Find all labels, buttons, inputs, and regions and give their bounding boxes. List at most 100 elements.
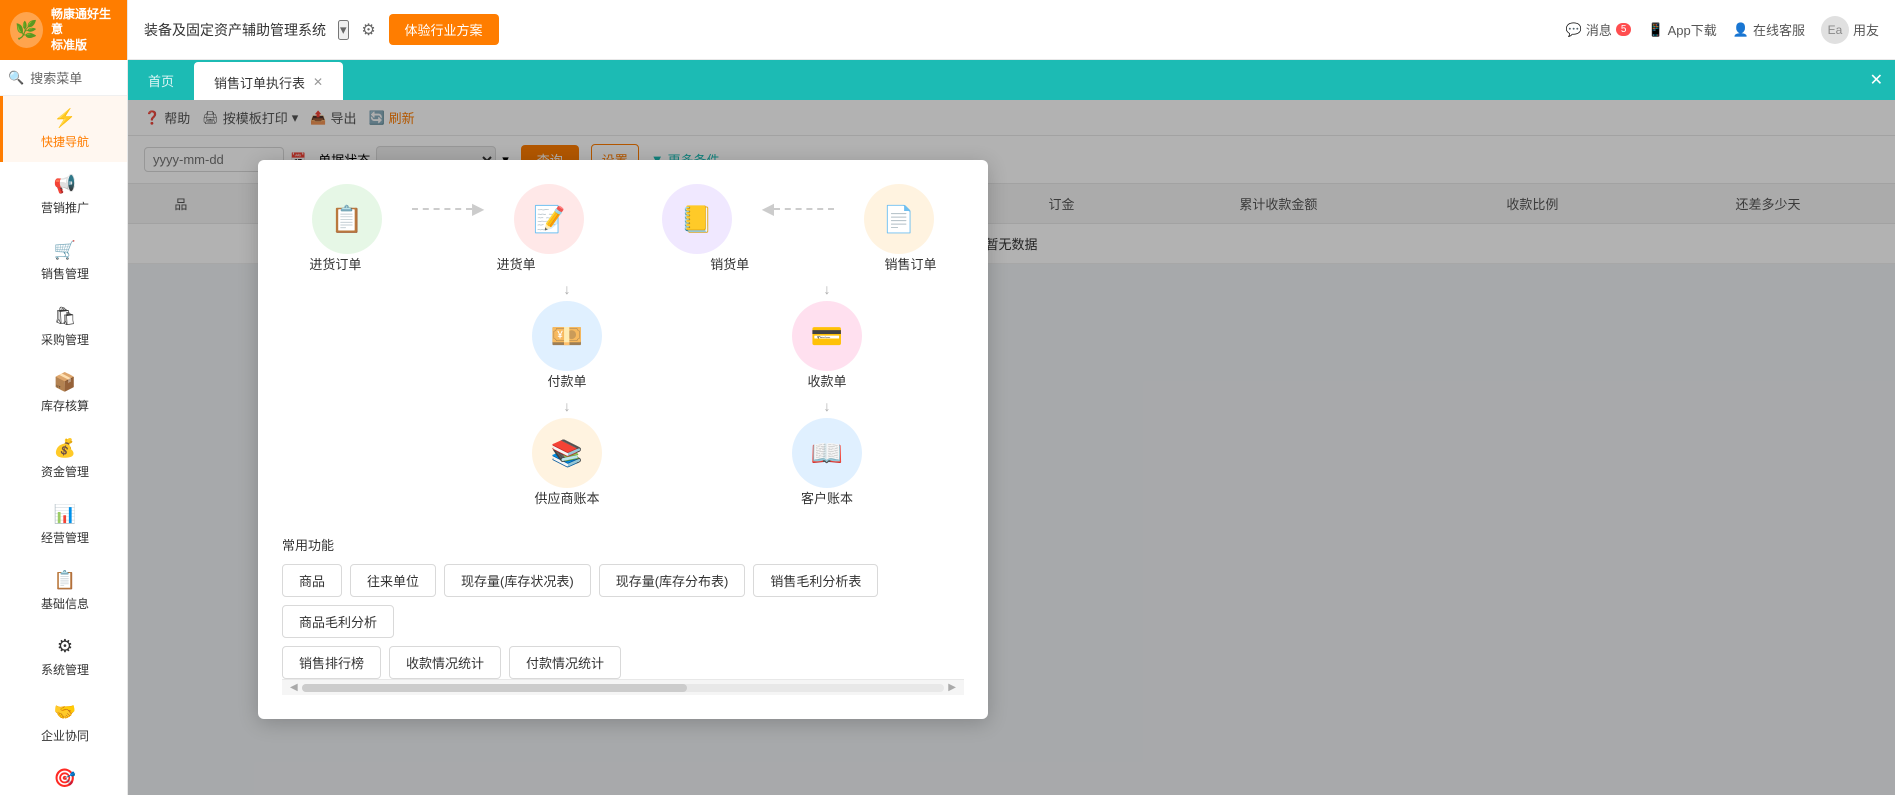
- flow-node-customer-ledger: 📖: [762, 418, 892, 488]
- content-area: ❓ 帮助 🖨 按模板打印 ▾ 📤 导出 🔄 刷新: [128, 100, 1895, 795]
- app-download-group[interactable]: 📱 App下载: [1647, 20, 1716, 39]
- sidebar-item-enterprise[interactable]: 🤝 企业协同: [0, 690, 127, 756]
- system-icon: ⚙: [57, 636, 73, 657]
- func-btn-product-margin[interactable]: 商品毛利分析: [282, 605, 394, 638]
- label-purchase-bill: 进货单: [463, 254, 570, 273]
- sidebar-nav: ⚡ 快捷导航 📢 营销推广 🛒 销售管理 🛍 采购管理 📦 库存核算 💰: [0, 96, 127, 795]
- scroll-right-arrow[interactable]: ▶: [944, 682, 960, 693]
- func-buttons-row2: 销售排行榜 收款情况统计 付款情况统计: [282, 646, 964, 679]
- beginner-icon: 🎯: [54, 768, 76, 789]
- scroll-track[interactable]: [302, 684, 945, 692]
- flow-node-purchase-order: 📋: [282, 184, 412, 254]
- message-group[interactable]: 💬 消息 5: [1566, 20, 1632, 39]
- flow-node-sales-order: 📄: [834, 184, 964, 254]
- payment-circle[interactable]: 💴: [532, 301, 602, 371]
- flow-node-supplier-ledger: 📚: [502, 418, 632, 488]
- operations-icon: 📊: [54, 504, 76, 525]
- sidebar-item-inventory[interactable]: 📦 库存核算: [0, 360, 127, 426]
- inventory-icon: 📦: [54, 372, 76, 393]
- basic-info-icon: 📋: [54, 570, 76, 591]
- message-badge: 5: [1616, 23, 1632, 36]
- settings-button[interactable]: ⚙: [355, 16, 383, 44]
- sidebar-logo: 🌿 畅康通好生意 标准版: [0, 0, 127, 60]
- func-btn-stock-dist[interactable]: 现存量(库存分布表): [599, 564, 746, 597]
- flow-card: 📋 ▶: [258, 160, 988, 719]
- top-bar-right: 💬 消息 5 📱 App下载 👤 在线客服 Ea 用友: [1566, 16, 1879, 44]
- func-btn-receipt-stats[interactable]: 收款情况统计: [389, 646, 501, 679]
- sidebar-item-system[interactable]: ⚙ 系统管理: [0, 624, 127, 690]
- func-btn-stock-status[interactable]: 现存量(库存状况表): [444, 564, 591, 597]
- func-btn-sales-margin[interactable]: 销售毛利分析表: [753, 564, 878, 597]
- sales-bill-circle[interactable]: 📒: [662, 184, 732, 254]
- search-menu-item[interactable]: 🔍 搜索菜单: [0, 60, 127, 96]
- flow-node-sales-bill: 📒: [632, 184, 762, 254]
- modal-overlay[interactable]: 📋 ▶: [128, 100, 1895, 795]
- download-icon: 📱: [1647, 22, 1663, 38]
- marketing-icon: 📢: [54, 174, 76, 195]
- func-btn-sales-rank[interactable]: 销售排行榜: [282, 646, 381, 679]
- quick-nav-icon: ⚡: [54, 108, 76, 129]
- label-receipt: 收款单: [762, 371, 892, 390]
- purchase-order-circle[interactable]: 📋: [312, 184, 382, 254]
- system-dropdown[interactable]: ▾: [338, 20, 349, 40]
- tab-close-button[interactable]: ✕: [313, 75, 323, 89]
- scroll-left-arrow[interactable]: ◀: [286, 682, 302, 693]
- tab-bar-close-button[interactable]: ✕: [1870, 70, 1883, 90]
- label-supplier-ledger: 供应商账本: [502, 488, 632, 507]
- label-sales-bill: 销货单: [676, 254, 783, 273]
- sidebar-item-quick-nav[interactable]: ⚡ 快捷导航: [0, 96, 127, 162]
- experience-button[interactable]: 体验行业方案: [389, 14, 499, 45]
- user-group[interactable]: Ea 用友: [1821, 16, 1879, 44]
- tab-home[interactable]: 首页: [128, 60, 194, 100]
- search-icon: 🔍: [8, 70, 24, 86]
- sidebar-item-beginner[interactable]: 🎯 新手引导: [0, 756, 127, 795]
- tab-sales-exec[interactable]: 销售订单执行表 ✕: [194, 62, 343, 102]
- func-buttons-row1: 商品 往来单位 现存量(库存状况表) 现存量(库存分布表) 销售毛利分析表 商品…: [282, 564, 964, 638]
- sales-bill-col: 📒: [632, 184, 762, 254]
- avatar: Ea: [1821, 16, 1849, 44]
- func-btn-payment-stats[interactable]: 付款情况统计: [509, 646, 621, 679]
- common-funcs-title: 常用功能: [282, 535, 964, 554]
- system-title: 装备及固定资产辅助管理系统: [144, 20, 326, 40]
- supplier-ledger-circle[interactable]: 📚: [532, 418, 602, 488]
- receipt-circle[interactable]: 💳: [792, 301, 862, 371]
- func-btn-partner[interactable]: 往来单位: [350, 564, 436, 597]
- enterprise-icon: 🤝: [54, 702, 76, 723]
- label-purchase-order: 进货订单: [282, 254, 389, 273]
- label-sales-order: 销售订单: [857, 254, 964, 273]
- purchase-icon: 🛍: [54, 306, 77, 327]
- flow-node-purchase-bill: 📝: [484, 184, 614, 254]
- label-payment: 付款单: [502, 371, 632, 390]
- sidebar-item-marketing[interactable]: 📢 营销推广: [0, 162, 127, 228]
- sidebar-item-finance[interactable]: 💰 资金管理: [0, 426, 127, 492]
- purchase-bill-circle[interactable]: 📝: [514, 184, 584, 254]
- sidebar: 🌿 畅康通好生意 标准版 🔍 搜索菜单 ⚡ 快捷导航 📢 营销推广 🛒 销售管理: [0, 0, 128, 795]
- purchase-bill-col: 📝: [484, 184, 614, 254]
- logo-icon: 🌿: [10, 12, 43, 48]
- flow-node-receipt: 💳: [762, 301, 892, 371]
- common-functions: 常用功能 商品 往来单位 现存量(库存状况表) 现存量(库存分布表) 销售毛利分…: [282, 535, 964, 679]
- online-service-group[interactable]: 👤 在线客服: [1733, 20, 1805, 39]
- tab-bar: 首页 销售订单执行表 ✕ ✕: [128, 60, 1895, 100]
- func-btn-product[interactable]: 商品: [282, 564, 342, 597]
- service-icon: 👤: [1733, 22, 1749, 38]
- finance-icon: 💰: [54, 438, 76, 459]
- label-customer-ledger: 客户账本: [762, 488, 892, 507]
- top-bar-actions: ▾ ⚙ 体验行业方案: [338, 14, 499, 45]
- sales-order-col: 📄: [834, 184, 964, 254]
- scroll-bar[interactable]: ◀ ▶: [282, 679, 964, 695]
- top-bar: 装备及固定资产辅助管理系统 ▾ ⚙ 体验行业方案 💬 消息 5 📱 App下载: [128, 0, 1895, 60]
- message-icon: 💬: [1566, 22, 1582, 38]
- flow-node-payment: 💴: [502, 301, 632, 371]
- scroll-thumb: [302, 684, 688, 692]
- customer-ledger-circle[interactable]: 📖: [792, 418, 862, 488]
- sidebar-item-basic-info[interactable]: 📋 基础信息: [0, 558, 127, 624]
- sidebar-item-operations[interactable]: 📊 经营管理: [0, 492, 127, 558]
- main-area: 装备及固定资产辅助管理系统 ▾ ⚙ 体验行业方案 💬 消息 5 📱 App下载: [128, 0, 1895, 795]
- purchase-order-col: 📋: [282, 184, 412, 254]
- sales-order-circle[interactable]: 📄: [864, 184, 934, 254]
- sidebar-item-purchase[interactable]: 🛍 采购管理: [0, 294, 127, 360]
- flow-diagram: 📋 ▶: [282, 184, 964, 515]
- logo-text: 畅康通好生意 标准版: [51, 7, 117, 54]
- sidebar-item-sales[interactable]: 🛒 销售管理: [0, 228, 127, 294]
